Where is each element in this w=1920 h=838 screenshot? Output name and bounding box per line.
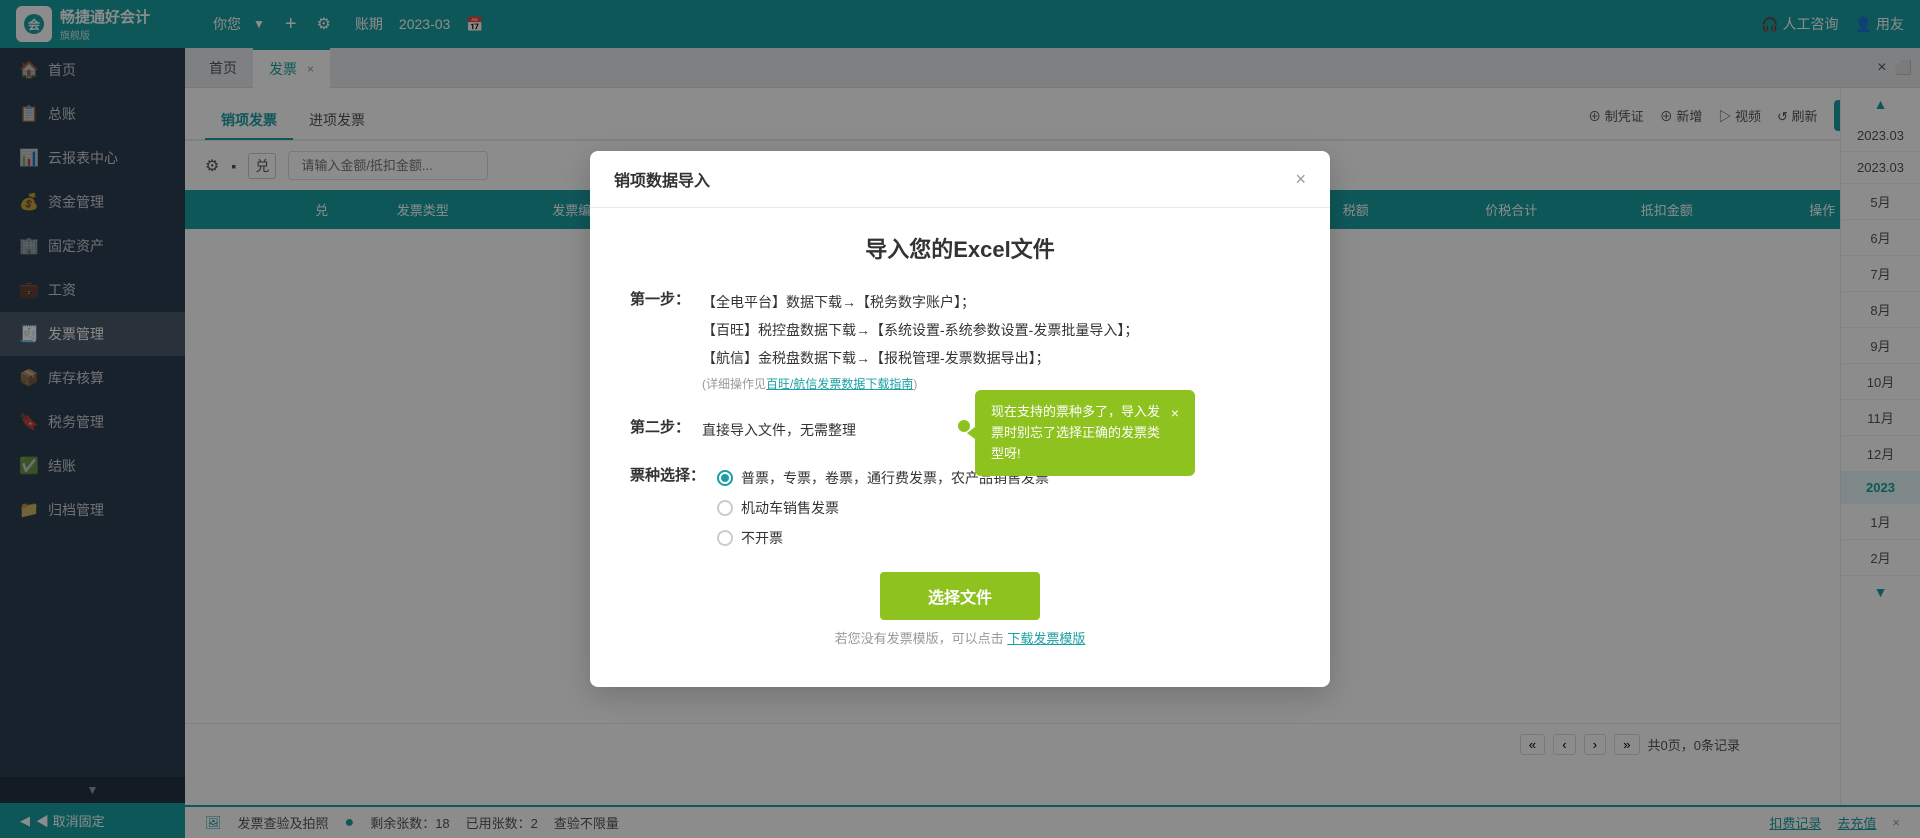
radio-circle-1 (717, 500, 733, 516)
step2-text: 直接导入文件，无需整理 (702, 416, 856, 444)
step1-link[interactable]: 百旺/航信发票数据下载指南 (766, 377, 913, 391)
tooltip-close-btn[interactable]: × (1171, 402, 1179, 424)
step2-label: 第二步： (630, 416, 690, 444)
step1-label: 第一步： (630, 288, 690, 396)
footer-note-text: 若您没有发票模版，可以点击 (835, 631, 1004, 646)
tooltip: × 现在支持的票种多了，导入发票时别忘了选择正确的发票类型呀! (975, 390, 1195, 476)
radio-circle-0 (717, 470, 733, 486)
radio-circle-2 (717, 530, 733, 546)
radio-label-1: 机动车销售发票 (741, 498, 839, 518)
modal-import-title: 导入您的Excel文件 (630, 232, 1290, 264)
radio-label-2: 不开票 (741, 528, 783, 548)
step1-line1: 【全电平台】数据下载→【税务数字账户】； (702, 288, 1138, 316)
step1-line3: 【航信】金税盘数据下载→【报税管理-发票数据导出】； (702, 344, 1138, 372)
import-modal: 销项数据导入 × 导入您的Excel文件 第一步： 【全电平台】数据下载→【税务… (590, 151, 1330, 687)
modal-title: 销项数据导入 (614, 167, 710, 191)
modal-header: 销项数据导入 × (590, 151, 1330, 208)
ticket-select-label: 票种选择： (630, 464, 705, 485)
step1-line2: 【百旺】税控盘数据下载→【系统设置-系统参数设置-发票批量导入】； (702, 316, 1138, 344)
modal-close-btn[interactable]: × (1295, 169, 1306, 190)
modal-body: 导入您的Excel文件 第一步： 【全电平台】数据下载→【税务数字账户】； 【百… (590, 208, 1330, 687)
tooltip-text: 现在支持的票种多了，导入发票时别忘了选择正确的发票类型呀! (991, 404, 1160, 461)
step1-content: 【全电平台】数据下载→【税务数字账户】； 【百旺】税控盘数据下载→【系统设置-系… (702, 288, 1138, 396)
radio-section: 票种选择： 普票，专票，卷票，通行费发票，农产品销售发票 机动车销售发票 不开票 (630, 464, 1290, 548)
radio-item-2[interactable]: 不开票 (717, 528, 1049, 548)
select-file-btn[interactable]: 选择文件 (880, 572, 1040, 620)
modal-footer-note: 若您没有发票模版，可以点击 下载发票模版 (630, 628, 1290, 663)
download-template-link[interactable]: 下载发票模版 (1007, 631, 1085, 646)
radio-item-1[interactable]: 机动车销售发票 (717, 498, 1049, 518)
radio-group: 普票，专票，卷票，通行费发票，农产品销售发票 机动车销售发票 不开票 (717, 468, 1049, 548)
step1: 第一步： 【全电平台】数据下载→【税务数字账户】； 【百旺】税控盘数据下载→【系… (630, 288, 1290, 396)
